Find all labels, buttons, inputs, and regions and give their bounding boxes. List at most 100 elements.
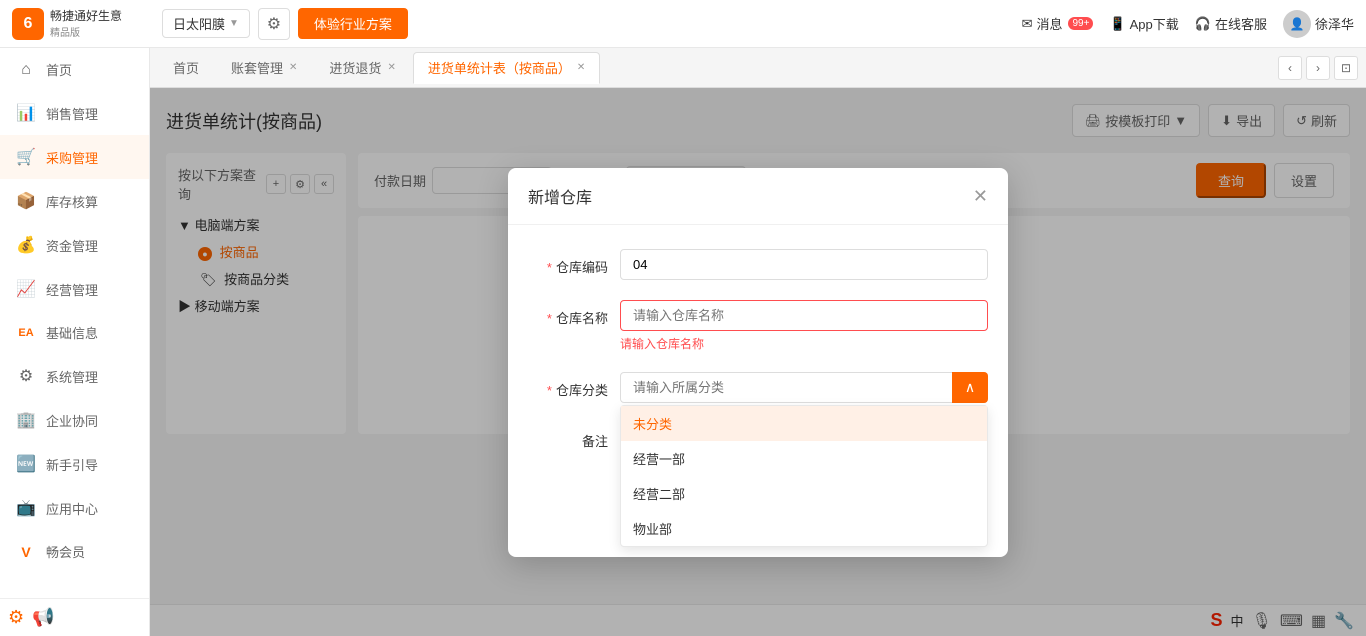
message-btn[interactable]: ✉ 消息 99+ <box>1022 14 1094 33</box>
system-icon: ⚙ <box>16 366 36 386</box>
sidebar-label-basic: 基础信息 <box>46 323 98 342</box>
sidebar-item-operation[interactable]: 📈 经营管理 <box>0 267 149 311</box>
trial-button[interactable]: 体验行业方案 <box>298 8 408 39</box>
tab-next-btn[interactable]: › <box>1306 56 1330 80</box>
sidebar: ⌂ 首页 📊 销售管理 🛒 采购管理 📦 库存核算 💰 资金管理 📈 经营管理 … <box>0 48 150 636</box>
main-layout: ⌂ 首页 📊 销售管理 🛒 采购管理 📦 库存核算 💰 资金管理 📈 经营管理 … <box>0 48 1366 636</box>
sidebar-label-guide: 新手引导 <box>46 455 98 474</box>
form-row-code: 仓库编码 <box>528 249 988 280</box>
gear-icon: ⚙ <box>267 14 281 34</box>
sidebar-item-sales[interactable]: 📊 销售管理 <box>0 91 149 135</box>
message-icon: ✉ <box>1022 16 1033 32</box>
tab-prev-btn[interactable]: ‹ <box>1278 56 1302 80</box>
appcenter-icon: 📺 <box>16 498 36 518</box>
dropdown-item-op2[interactable]: 经营二部 <box>621 476 987 511</box>
username-label: 徐泽华 <box>1315 14 1354 33</box>
user-avatar: 👤 <box>1283 10 1311 38</box>
category-input[interactable] <box>620 372 988 403</box>
tab-ledger[interactable]: 账套管理 ✕ <box>216 52 312 84</box>
tab-purchase-return[interactable]: 进货退货 ✕ <box>314 52 410 84</box>
dialog-new-warehouse: 新增仓库 ✕ 仓库编码 仓库名称 <box>508 168 1008 557</box>
sidebar-label-system: 系统管理 <box>46 367 98 386</box>
tab-purchase-return-close-icon[interactable]: ✕ <box>387 62 395 73</box>
page-content: 进货单统计(按商品) 🖨 按模板打印 ▼ ⬇ 导出 ↺ 刷新 <box>150 88 1366 636</box>
sidebar-speaker-icon[interactable]: 📢 <box>32 607 54 628</box>
sidebar-item-appcenter[interactable]: 📺 应用中心 <box>0 486 149 530</box>
brand-sub: 精品版 <box>50 24 122 39</box>
message-badge: 99+ <box>1068 17 1093 30</box>
sidebar-label-member: 畅会员 <box>46 542 85 561</box>
code-input-wrap <box>620 249 988 280</box>
sidebar-item-purchase[interactable]: 🛒 采购管理 <box>0 135 149 179</box>
category-input-wrap: ∧ 未分类 经营一部 经营二部 物业部 <box>620 372 988 403</box>
dropdown-item-op3[interactable]: 物业部 <box>621 511 987 546</box>
tab-purchase-return-label: 进货退货 <box>329 58 381 77</box>
operation-icon: 📈 <box>16 279 36 299</box>
notes-label: 备注 <box>528 423 608 450</box>
name-input[interactable] <box>620 300 988 331</box>
top-right: ✉ 消息 99+ 📱 App下载 🎧 在线客服 👤 徐泽华 <box>1022 10 1354 38</box>
store-selector[interactable]: 日太阳膜 ▼ <box>162 9 250 38</box>
member-icon: V <box>16 544 36 560</box>
category-label: 仓库分类 <box>528 372 608 399</box>
sidebar-item-home[interactable]: ⌂ 首页 <box>0 48 149 91</box>
app-download-label: App下载 <box>1130 14 1179 33</box>
sidebar-item-finance[interactable]: 💰 资金管理 <box>0 223 149 267</box>
name-input-wrap: 请输入仓库名称 <box>620 300 988 352</box>
sidebar-settings-icon[interactable]: ⚙ <box>8 607 24 628</box>
form-row-category: 仓库分类 ∧ 未分类 <box>528 372 988 403</box>
sidebar-label-enterprise: 企业协同 <box>46 411 98 430</box>
modal-overlay[interactable]: 新增仓库 ✕ 仓库编码 仓库名称 <box>150 88 1366 636</box>
headset-icon: 🎧 <box>1195 16 1211 32</box>
tab-ledger-close-icon[interactable]: ✕ <box>289 62 297 73</box>
tab-bar: 首页 账套管理 ✕ 进货退货 ✕ 进货单统计表（按商品） ✕ ‹ › ⊡ <box>150 48 1366 88</box>
sidebar-label-home: 首页 <box>46 60 72 79</box>
dialog-close-button[interactable]: ✕ <box>973 187 988 205</box>
online-service-btn[interactable]: 🎧 在线客服 <box>1195 14 1267 33</box>
tab-purchase-stats-close-icon[interactable]: ✕ <box>577 62 585 73</box>
code-input[interactable] <box>620 249 988 280</box>
sidebar-item-enterprise[interactable]: 🏢 企业协同 <box>0 398 149 442</box>
tab-ledger-label: 账套管理 <box>231 58 283 77</box>
app-download-btn[interactable]: 📱 App下载 <box>1109 14 1178 33</box>
sidebar-item-guide[interactable]: 🆕 新手引导 <box>0 442 149 486</box>
sidebar-item-inventory[interactable]: 📦 库存核算 <box>0 179 149 223</box>
sidebar-label-operation: 经营管理 <box>46 280 98 299</box>
app-logo-icon: 6 <box>12 8 44 40</box>
tab-home-label: 首页 <box>173 58 199 77</box>
tab-purchase-stats[interactable]: 进货单统计表（按商品） ✕ <box>413 52 600 84</box>
basic-icon: EA <box>16 327 36 339</box>
sidebar-item-member[interactable]: V 畅会员 <box>0 530 149 573</box>
dropdown-item-none[interactable]: 未分类 <box>621 406 987 441</box>
chevron-up-icon: ∧ <box>965 379 975 396</box>
sidebar-label-sales: 销售管理 <box>46 104 98 123</box>
category-select-wrap: ∧ <box>620 372 988 403</box>
sidebar-label-purchase: 采购管理 <box>46 148 98 167</box>
logo-area: 6 畅捷通好生意 精品版 <box>12 8 162 40</box>
user-info[interactable]: 👤 徐泽华 <box>1283 10 1354 38</box>
inventory-icon: 📦 <box>16 191 36 211</box>
sidebar-label-inventory: 库存核算 <box>46 192 98 211</box>
category-dropdown-btn[interactable]: ∧ <box>952 372 988 403</box>
code-label: 仓库编码 <box>528 249 608 276</box>
store-arrow-icon: ▼ <box>229 18 239 29</box>
enterprise-icon: 🏢 <box>16 410 36 430</box>
sales-icon: 📊 <box>16 103 36 123</box>
message-label: 消息 <box>1036 14 1062 33</box>
finance-icon: 💰 <box>16 235 36 255</box>
dialog-body: 仓库编码 仓库名称 请输入仓库名称 <box>508 225 1008 490</box>
content-area: 首页 账套管理 ✕ 进货退货 ✕ 进货单统计表（按商品） ✕ ‹ › ⊡ <box>150 48 1366 636</box>
sidebar-item-basic[interactable]: EA 基础信息 <box>0 311 149 354</box>
sidebar-item-system[interactable]: ⚙ 系统管理 <box>0 354 149 398</box>
tab-home[interactable]: 首页 <box>158 52 214 84</box>
dropdown-item-op1[interactable]: 经营一部 <box>621 441 987 476</box>
online-service-label: 在线客服 <box>1215 14 1267 33</box>
sidebar-label-finance: 资金管理 <box>46 236 98 255</box>
dialog-title: 新增仓库 <box>528 184 592 208</box>
phone-icon: 📱 <box>1109 16 1125 32</box>
purchase-icon: 🛒 <box>16 147 36 167</box>
top-center: 日太阳膜 ▼ ⚙ 体验行业方案 <box>162 8 1022 40</box>
settings-button[interactable]: ⚙ <box>258 8 290 40</box>
tab-more-btn[interactable]: ⊡ <box>1334 56 1358 80</box>
home-icon: ⌂ <box>16 61 36 79</box>
